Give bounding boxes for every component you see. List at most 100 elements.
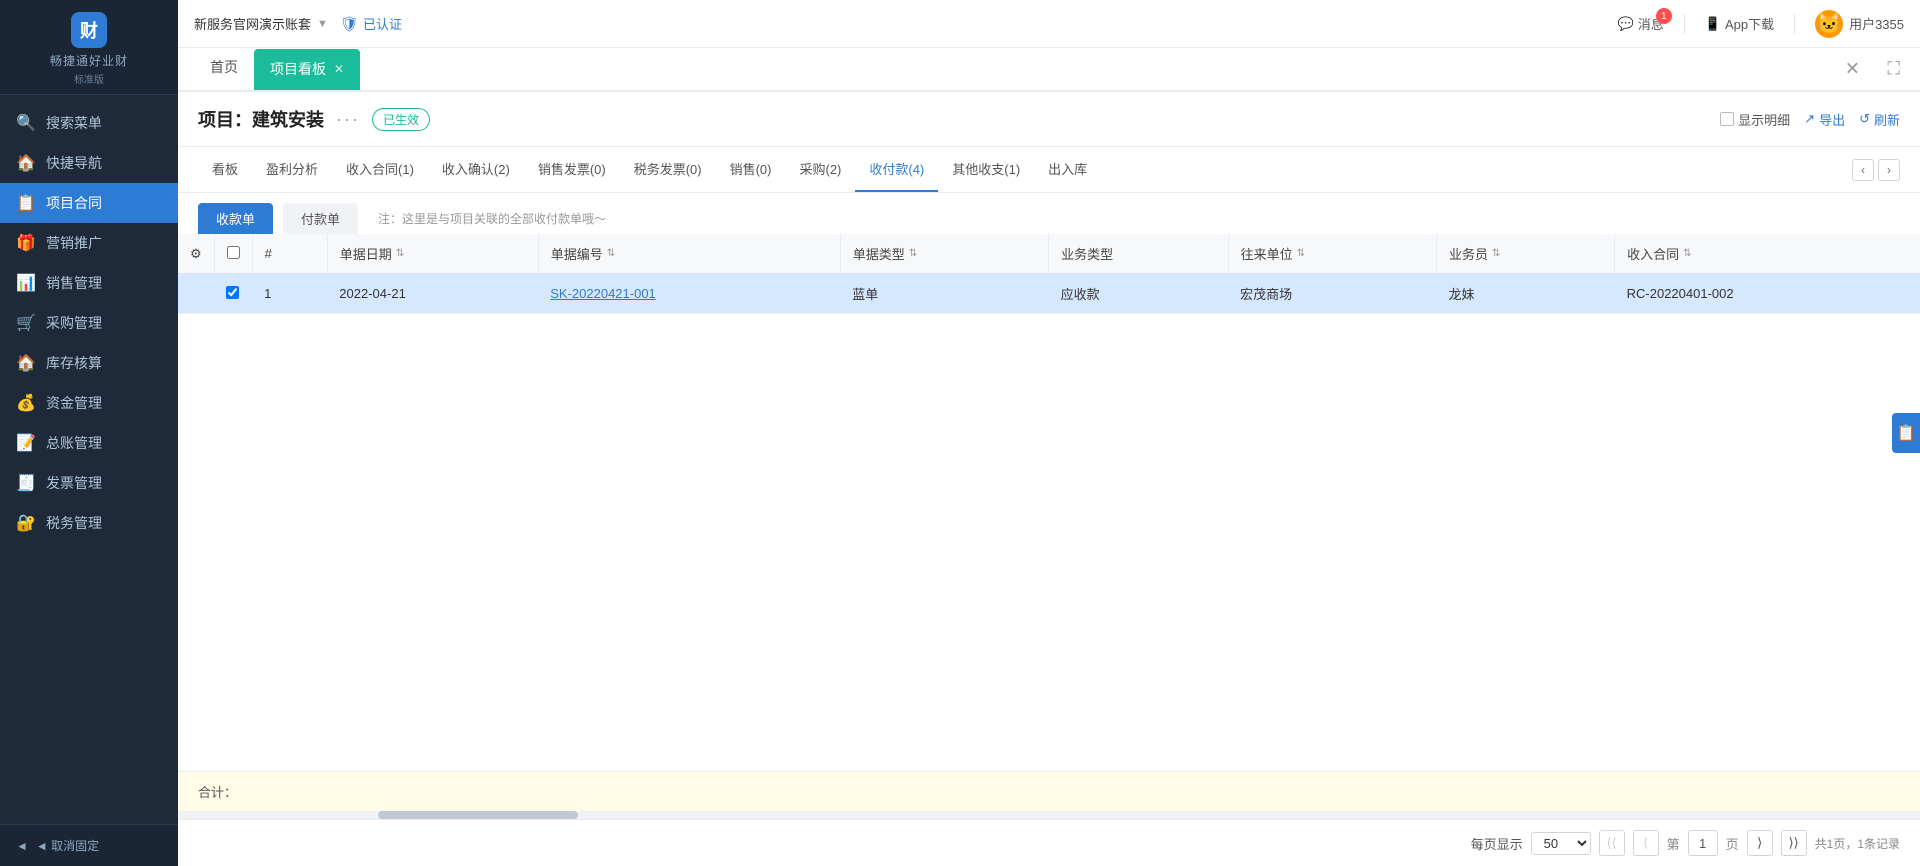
sidebar-logo: 财 畅捷通好业财 标准版 [0, 0, 178, 95]
cell-code[interactable]: SK-20220421-001 [538, 274, 840, 314]
main-area: 新服务官网演示账套 ▼ 🛡 已认证 💬 消息 1 📱 App下载 🐱 [178, 0, 1920, 866]
sidebar-item-invoice-mgmt[interactable]: 🧾发票管理 [0, 463, 178, 503]
subtab-profit[interactable]: 盈利分析 [252, 147, 332, 192]
total-info: 共1页，1条记录 [1815, 835, 1900, 852]
col-doc-type-sort-icon[interactable]: ⇅ [909, 248, 917, 259]
col-income-contract-sort-icon[interactable]: ⇅ [1683, 248, 1691, 259]
show-detail-checkbox[interactable]: 显示明细 [1720, 110, 1790, 129]
subtabs: 看板 盈利分析 收入合同(1) 收入确认(2) 销售发票(0) 税务发票(0) … [178, 147, 1920, 193]
col-salesperson[interactable]: 业务员 ⇅ [1437, 234, 1615, 274]
select-all-checkbox[interactable] [227, 246, 240, 259]
user-label: 用户3355 [1849, 14, 1904, 33]
first-page-button[interactable]: ⟨⟨ [1599, 830, 1625, 856]
settings-icon[interactable]: ⚙ [190, 246, 202, 261]
cell-doc-type: 蓝单 [840, 274, 1048, 314]
subtab-receipt-payment[interactable]: 收付款(4) [855, 147, 938, 192]
user-menu[interactable]: 🐱 用户3355 [1815, 10, 1904, 38]
sidebar-item-label: 采购管理 [46, 313, 102, 333]
col-code-sort-icon[interactable]: ⇅ [607, 248, 615, 259]
col-partner[interactable]: 往来单位 ⇅ [1228, 234, 1436, 274]
sidebar-item-ledger-mgmt[interactable]: 📝总账管理 [0, 423, 178, 463]
sidebar-item-label: 资金管理 [46, 393, 102, 413]
subtab-purchase[interactable]: 采购(2) [785, 147, 855, 192]
col-code-label: 单据编号 [551, 244, 603, 263]
subtab-tax-invoice[interactable]: 税务发票(0) [620, 147, 716, 192]
sidebar-item-marketing[interactable]: 🎁营销推广 [0, 223, 178, 263]
app-download-button[interactable]: 📱 App下载 [1705, 14, 1774, 33]
row-checkbox[interactable] [226, 286, 239, 299]
sidebar-item-funds-mgmt[interactable]: 💰资金管理 [0, 383, 178, 423]
col-date[interactable]: 单据日期 ⇅ [327, 234, 538, 274]
table-scrollbar-thumb[interactable] [378, 811, 578, 819]
col-doc-type[interactable]: 单据类型 ⇅ [840, 234, 1048, 274]
col-biz-type: 业务类型 [1049, 234, 1229, 274]
export-button[interactable]: ↗ 导出 [1804, 110, 1845, 129]
col-salesperson-sort-icon[interactable]: ⇅ [1492, 248, 1500, 259]
last-page-button[interactable]: ⟩⟩ [1781, 830, 1807, 856]
cell-checkbox[interactable] [214, 274, 252, 314]
sidebar-item-tax-mgmt[interactable]: 🔐税务管理 [0, 503, 178, 543]
quick-nav-icon: 🏠 [16, 153, 36, 173]
project-contract-icon: 📋 [16, 193, 36, 213]
pin-icon: ◄ [16, 839, 28, 853]
window-expand-button[interactable]: ⛶ [1887, 59, 1900, 80]
page-size-select[interactable]: 50 100 200 [1531, 832, 1591, 855]
window-close-button[interactable]: ✕ [1845, 59, 1860, 80]
subtab-prev-btn[interactable]: ‹ [1852, 159, 1874, 181]
subtab-sales[interactable]: 销售(0) [716, 147, 786, 192]
subtab-board[interactable]: 看板 [198, 147, 252, 192]
table-scrollbar[interactable] [178, 811, 1920, 819]
ledger-mgmt-icon: 📝 [16, 433, 36, 453]
inner-tab-payment-label: 付款单 [301, 212, 340, 227]
col-code[interactable]: 单据编号 ⇅ [538, 234, 840, 274]
prev-page-button[interactable]: ⟨ [1633, 830, 1659, 856]
tab-close-icon[interactable]: ✕ [334, 62, 344, 76]
message-button[interactable]: 💬 消息 1 [1618, 14, 1664, 33]
table-row[interactable]: 1 2022-04-21 SK-20220421-001 蓝单 应收款 宏茂商场… [178, 274, 1920, 314]
table-header-row: ⚙ # 单据日期 ⇅ [178, 234, 1920, 274]
data-table-wrap: ⚙ # 单据日期 ⇅ [178, 234, 1920, 771]
refresh-button[interactable]: ↺ 刷新 [1859, 110, 1900, 129]
float-feedback-button[interactable]: 📋 [1892, 413, 1920, 453]
col-date-sort-icon[interactable]: ⇅ [396, 248, 404, 259]
feedback-icon: 📋 [1896, 423, 1916, 443]
inner-tabs: 收款单 付款单 注：这里是与项目关联的全部收付款单哦～ [178, 193, 1920, 234]
subtab-income-contract[interactable]: 收入合同(1) [332, 147, 428, 192]
sidebar-item-search[interactable]: 🔍搜索菜单 [0, 103, 178, 143]
sidebar-item-purchase-mgmt[interactable]: 🛒采购管理 [0, 303, 178, 343]
sidebar-item-sales-mgmt[interactable]: 📊销售管理 [0, 263, 178, 303]
detail-checkbox-box[interactable] [1720, 112, 1734, 126]
user-avatar: 🐱 [1815, 10, 1843, 38]
cell-code-link[interactable]: SK-20220421-001 [550, 286, 656, 301]
subtab-sales-invoice[interactable]: 销售发票(0) [524, 147, 620, 192]
table-body: 1 2022-04-21 SK-20220421-001 蓝单 应收款 宏茂商场… [178, 274, 1920, 314]
sidebar-item-quick-nav[interactable]: 🏠快捷导航 [0, 143, 178, 183]
marketing-icon: 🎁 [16, 233, 36, 253]
tab-home[interactable]: 首页 [194, 47, 254, 90]
inner-tab-receipt[interactable]: 收款单 [198, 203, 273, 234]
account-dropdown-icon: ▼ [317, 18, 328, 30]
cell-biz-type: 应收款 [1049, 274, 1229, 314]
tab-project-board[interactable]: 项目看板 ✕ [254, 49, 360, 90]
subtab-inout[interactable]: 出入库 [1034, 147, 1101, 192]
col-checkbox [214, 234, 252, 274]
account-selector[interactable]: 新服务官网演示账套 ▼ [194, 14, 328, 33]
col-income-contract[interactable]: 收入合同 ⇅ [1615, 234, 1920, 274]
tabbar: 首页 项目看板 ✕ ✕ ⛶ [178, 48, 1920, 92]
inner-tab-payment[interactable]: 付款单 [283, 203, 358, 234]
col-num: # [252, 234, 327, 274]
subtab-nav: ‹ › [1852, 159, 1900, 181]
subtab-other-income[interactable]: 其他收支(1) [938, 147, 1034, 192]
next-page-button[interactable]: ⟩ [1747, 830, 1773, 856]
col-settings[interactable]: ⚙ [178, 234, 214, 274]
table-footer: 合计： [178, 771, 1920, 811]
sidebar-item-inventory[interactable]: 🏠库存核算 [0, 343, 178, 383]
sidebar-item-project-contract[interactable]: 📋项目合同 [0, 183, 178, 223]
subtab-income-confirm[interactable]: 收入确认(2) [428, 147, 524, 192]
col-partner-sort-icon[interactable]: ⇅ [1297, 248, 1305, 259]
sidebar-footer-pin[interactable]: ◄ ◄ 取消固定 [0, 824, 178, 866]
project-more-button[interactable]: ··· [336, 109, 360, 130]
tax-mgmt-icon: 🔐 [16, 513, 36, 533]
sidebar-item-label: 搜索菜单 [46, 113, 102, 133]
subtab-next-btn[interactable]: › [1878, 159, 1900, 181]
